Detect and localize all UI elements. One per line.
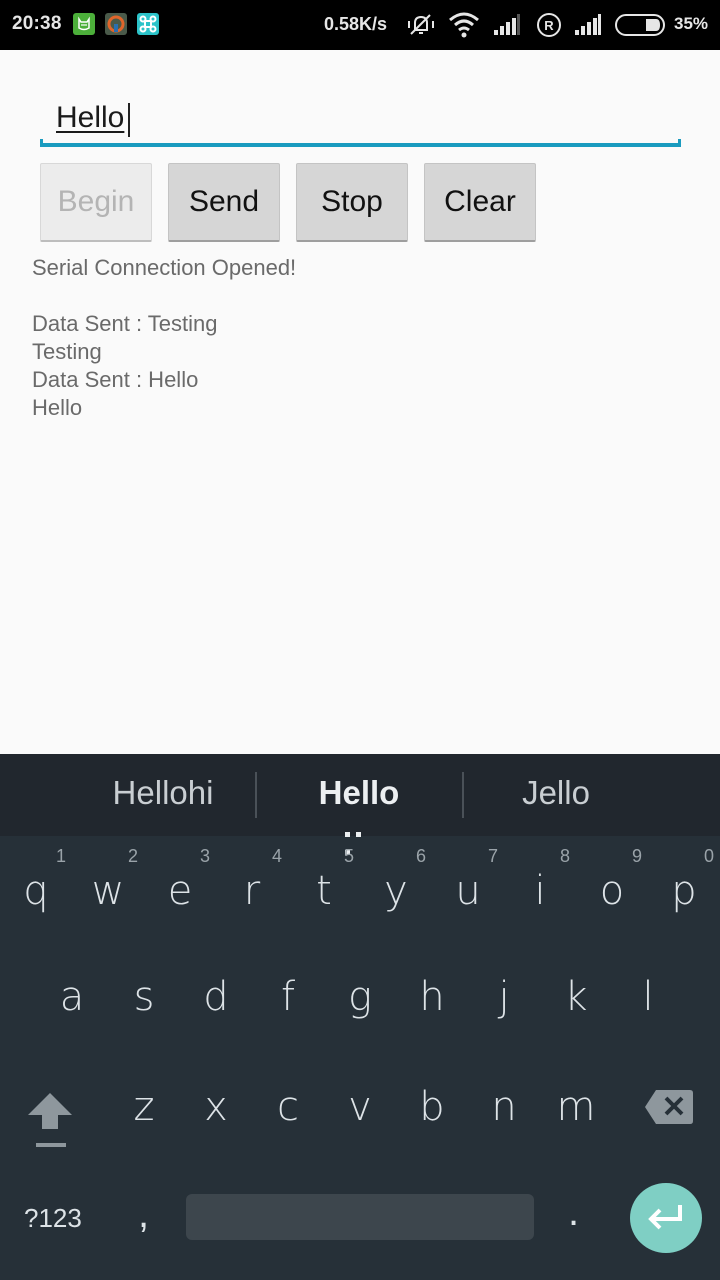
key-t[interactable]: t5: [288, 846, 360, 934]
signal-icon: [492, 10, 522, 45]
roaming-icon: R: [534, 10, 564, 45]
key-number-hint: 4: [271, 846, 282, 866]
key-u[interactable]: u7: [432, 846, 504, 934]
send-button[interactable]: Send: [168, 163, 280, 242]
key-number-hint: 5: [343, 846, 354, 866]
key-g[interactable]: g: [324, 974, 396, 1054]
key-l[interactable]: l: [612, 974, 684, 1054]
key-o[interactable]: o9: [576, 846, 648, 934]
key-x[interactable]: x: [180, 1084, 252, 1164]
key-r[interactable]: r4: [216, 846, 288, 934]
comma-key[interactable]: ,: [138, 1192, 149, 1237]
network-speed: 0.58K/s: [324, 14, 388, 34]
suggestion-divider: [255, 772, 257, 818]
key-n[interactable]: n: [468, 1084, 540, 1164]
message-input-value[interactable]: Hello: [56, 101, 124, 135]
key-w[interactable]: w2: [72, 846, 144, 934]
log-line: Testing: [32, 339, 102, 364]
key-s[interactable]: s: [108, 974, 180, 1054]
key-h[interactable]: h: [396, 974, 468, 1054]
message-input[interactable]: Hello: [40, 95, 681, 147]
input-underline: [40, 139, 681, 147]
key-a[interactable]: a: [36, 974, 108, 1054]
text-cursor: [128, 103, 130, 137]
suggestion-item[interactable]: Jello: [456, 774, 656, 812]
backspace-key[interactable]: [644, 1088, 694, 1126]
battery-icon: [614, 12, 668, 43]
begin-button[interactable]: Begin: [40, 163, 152, 242]
key-y[interactable]: y6: [360, 846, 432, 934]
stop-button[interactable]: Stop: [296, 163, 408, 242]
vibrate-mute-icon: [406, 10, 436, 45]
log-line: Serial Connection Opened!: [32, 255, 297, 280]
suggestion-item-primary[interactable]: Hello: [259, 774, 459, 812]
suggestion-strip: Hellohi Hello Jello: [0, 754, 720, 855]
key-j[interactable]: j: [468, 974, 540, 1054]
enter-key[interactable]: [630, 1183, 702, 1253]
vpn-app-icon: [105, 13, 127, 35]
clear-button[interactable]: Clear: [424, 163, 536, 242]
symbols-key[interactable]: ?123: [24, 1203, 82, 1234]
log-line: Data Sent : Hello: [32, 367, 199, 392]
key-e[interactable]: e3: [144, 846, 216, 934]
svg-text:R: R: [544, 18, 554, 33]
key-number-hint: 2: [127, 846, 138, 866]
key-m[interactable]: m: [540, 1084, 612, 1164]
log-line: Data Sent : Testing: [32, 311, 218, 336]
cat-app-icon: [73, 13, 95, 35]
key-c[interactable]: c: [252, 1084, 324, 1164]
status-bar: 20:38 0.58K/s R 35%: [0, 0, 720, 50]
key-v[interactable]: v: [324, 1084, 396, 1164]
serial-log: Serial Connection Opened! Data Sent : Te…: [32, 254, 296, 422]
key-i[interactable]: i8: [504, 846, 576, 934]
key-number-hint: 8: [559, 846, 570, 866]
clock: 20:38: [12, 13, 62, 34]
enter-arrow-icon: [646, 1201, 686, 1236]
key-number-hint: 9: [631, 846, 642, 866]
key-number-hint: 3: [199, 846, 210, 866]
key-d[interactable]: d: [180, 974, 252, 1054]
space-key[interactable]: [186, 1194, 534, 1240]
key-number-hint: 7: [487, 846, 498, 866]
key-number-hint: 1: [55, 846, 66, 866]
battery-percent: 35%: [674, 14, 709, 33]
signal-icon: [573, 10, 603, 45]
key-b[interactable]: b: [396, 1084, 468, 1164]
key-number-hint: 0: [703, 846, 714, 866]
shift-key[interactable]: [22, 1085, 78, 1151]
key-p[interactable]: p0: [648, 846, 720, 934]
key-k[interactable]: k: [540, 974, 612, 1054]
command-app-icon: [137, 13, 159, 35]
log-line: Hello: [32, 395, 83, 420]
more-suggestions-icon[interactable]: [345, 824, 375, 855]
suggestion-item[interactable]: Hellohi: [63, 774, 263, 812]
key-number-hint: 6: [415, 846, 426, 866]
key-z[interactable]: z: [108, 1084, 180, 1164]
wifi-icon: [448, 10, 480, 45]
key-q[interactable]: q1: [0, 846, 72, 934]
period-key[interactable]: .: [568, 1190, 579, 1235]
key-f[interactable]: f: [252, 974, 324, 1054]
